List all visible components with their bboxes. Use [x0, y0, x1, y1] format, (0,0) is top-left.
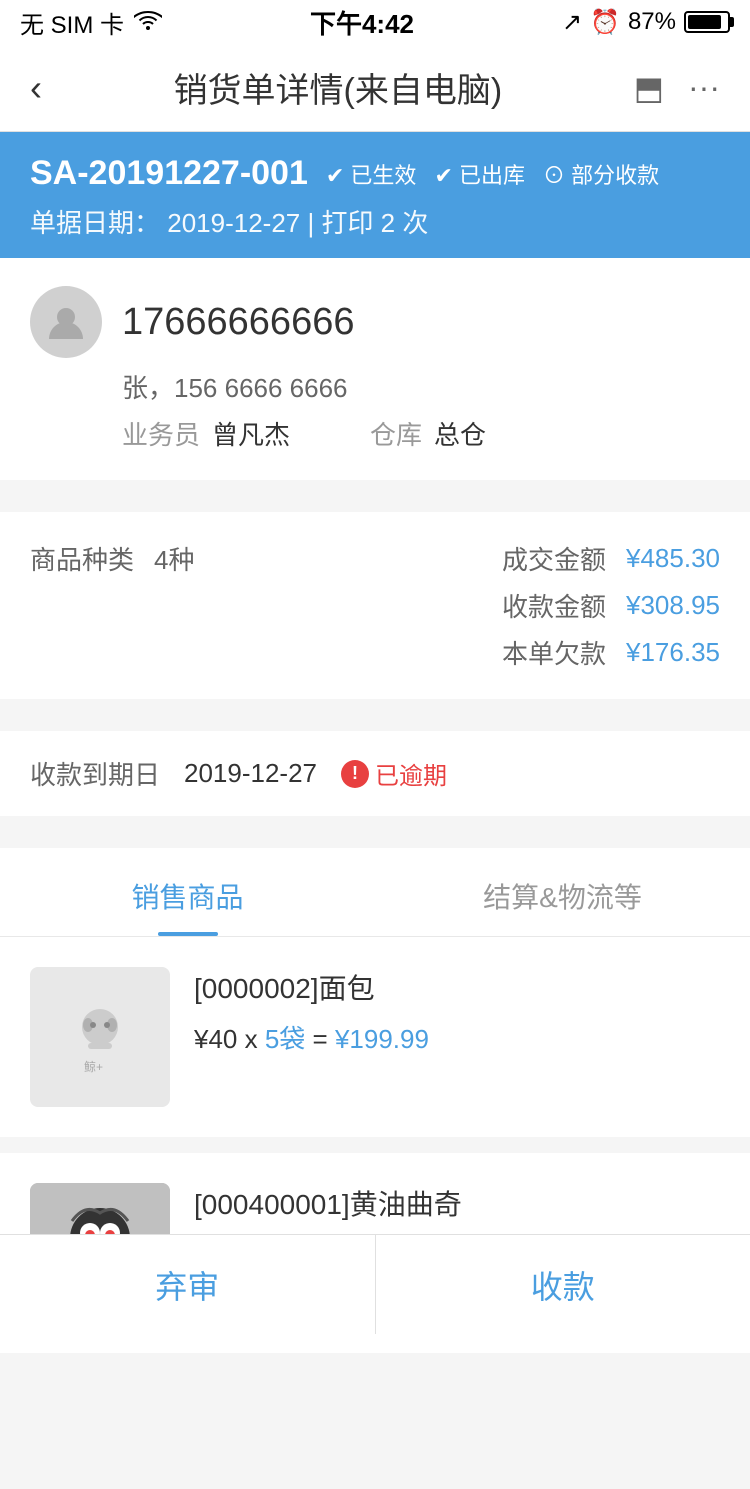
battery-icon: [684, 11, 730, 33]
overdue-text: 已逾期: [375, 756, 447, 791]
alarm-icon: ⏰: [590, 8, 620, 37]
owed-value: ¥176.35: [626, 637, 720, 668]
amount-label: 成交金额: [502, 540, 606, 577]
amount-value: ¥485.30: [626, 543, 720, 574]
product-info-1: [0000002]面包 ¥40 x 5袋 = ¥199.99: [194, 967, 720, 1056]
amount-row: 成交金额 ¥485.30: [502, 540, 720, 577]
status-badge-1: ✔ 已生效: [326, 158, 417, 190]
stats-section: 商品种类 4种 成交金额 ¥485.30 收款金额 ¥308.95 本单欠款 ¥…: [0, 512, 750, 699]
type-value: 4种: [154, 540, 194, 577]
divider-3: [0, 816, 750, 832]
avatar: [30, 286, 102, 358]
tab-sales-goods[interactable]: 销售商品: [0, 848, 375, 936]
nav-bar: ‹ 销货单详情(来自电脑) ⬒ ···: [0, 44, 750, 132]
equals-1: =: [305, 1024, 335, 1054]
stats-row: 商品种类 4种 成交金额 ¥485.30 收款金额 ¥308.95 本单欠款 ¥…: [30, 540, 720, 671]
bottom-bar: 弃审 收款: [0, 1234, 750, 1334]
owed-label: 本单欠款: [502, 634, 606, 671]
sales-label: 业务员: [122, 415, 200, 452]
doc-date-label: 单据日期：: [30, 208, 160, 238]
tab-settlement[interactable]: 结算&物流等: [375, 848, 750, 936]
type-label: 商品种类: [30, 540, 134, 577]
qty-1: 5袋: [265, 1024, 305, 1054]
wifi-icon: [134, 8, 162, 37]
print-info: | 打印 2 次: [307, 208, 428, 238]
status-badge-2: ✔ 已出库: [434, 158, 525, 190]
product-price-1: ¥40 x 5袋 = ¥199.99: [194, 1019, 720, 1056]
list-item: 鲸+ [0000002]面包 ¥40 x 5袋 = ¥199.99: [0, 937, 750, 1137]
warehouse-value: 总仓: [434, 415, 486, 452]
cancel-audit-button[interactable]: 弃审: [0, 1235, 376, 1334]
divider-1: [0, 480, 750, 496]
tabs-section: 销售商品 结算&物流等: [0, 848, 750, 937]
status-badge-3: ⊙ 部分收款: [543, 158, 659, 190]
more-button[interactable]: ···: [688, 69, 720, 106]
due-section: 收款到期日 2019-12-27 ! 已逾期: [0, 731, 750, 816]
sales-value: 曾凡杰: [212, 415, 290, 452]
status-left: 无 SIM 卡: [20, 5, 162, 40]
total-1: ¥199.99: [335, 1024, 429, 1054]
stats-right: 成交金额 ¥485.30 收款金额 ¥308.95 本单欠款 ¥176.35: [502, 540, 720, 671]
svg-text:鲸+: 鲸+: [84, 1059, 103, 1074]
product-name-1: [0000002]面包: [194, 967, 720, 1007]
back-button[interactable]: ‹: [30, 67, 42, 109]
tab-sales-label: 销售商品: [131, 882, 243, 913]
bottom-spacer: [0, 1369, 750, 1489]
received-row: 收款金额 ¥308.95: [502, 587, 720, 624]
status-time: 下午4:42: [310, 4, 414, 41]
customer-top: 17666666666: [30, 286, 720, 358]
tab-settlement-label: 结算&物流等: [483, 882, 642, 913]
overdue-dot-icon: !: [341, 760, 369, 788]
product-name-2: [000400001]黄油曲奇: [194, 1183, 720, 1223]
doc-date-row: 单据日期： 2019-12-27 | 打印 2 次: [30, 203, 720, 240]
product-thumb-1: 鲸+: [30, 967, 170, 1107]
stats-left: 商品种类 4种: [30, 540, 194, 577]
received-value: ¥308.95: [626, 590, 720, 621]
received-label: 收款金额: [502, 587, 606, 624]
nav-actions: ⬒ ···: [634, 69, 720, 107]
doc-date-value: 2019-12-27: [167, 208, 300, 238]
divider-2: [0, 699, 750, 715]
status-right: ↗ ⏰ 87%: [562, 8, 730, 37]
header-banner: SA-20191227-001 ✔ 已生效 ✔ 已出库 ⊙ 部分收款 单据日期：…: [0, 132, 750, 258]
due-label: 收款到期日: [30, 755, 160, 792]
status-bar: 无 SIM 卡 下午4:42 ↗ ⏰ 87%: [0, 0, 750, 44]
page-title: 销货单详情(来自电脑): [174, 63, 503, 112]
product-type-stat: 商品种类 4种: [30, 540, 194, 577]
battery-percent: 87%: [628, 8, 676, 36]
price-text-1: ¥40 x: [194, 1024, 265, 1054]
order-id-row: SA-20191227-001 ✔ 已生效 ✔ 已出库 ⊙ 部分收款: [30, 154, 720, 193]
customer-info: 张，156 6666 6666: [122, 368, 720, 405]
warehouse-label: 仓库: [370, 415, 422, 452]
due-date: 2019-12-27: [184, 758, 317, 789]
order-id-text: SA-20191227-001: [30, 154, 308, 193]
collect-payment-button[interactable]: 收款: [376, 1235, 750, 1334]
customer-section: 17666666666 张，156 6666 6666 业务员 曾凡杰 仓库 总…: [0, 258, 750, 480]
customer-name: 17666666666: [122, 301, 354, 344]
thumb-placeholder-1: 鲸+: [30, 967, 170, 1107]
share-button[interactable]: ⬒: [634, 69, 664, 107]
carrier-text: 无 SIM 卡: [20, 5, 124, 40]
customer-meta: 业务员 曾凡杰 仓库 总仓: [122, 415, 720, 452]
gps-icon: ↗: [562, 8, 582, 37]
overdue-badge: ! 已逾期: [341, 756, 447, 791]
owed-row: 本单欠款 ¥176.35: [502, 634, 720, 671]
